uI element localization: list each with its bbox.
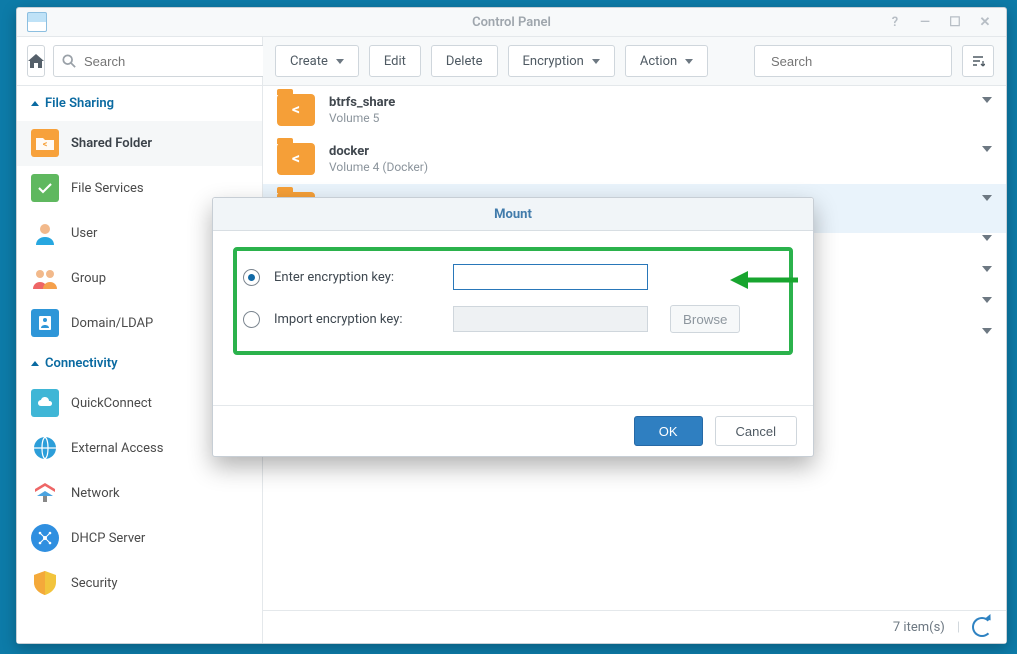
delete-button[interactable]: Delete — [431, 45, 498, 77]
shared-folder-icon: < — [31, 129, 59, 157]
chevron-down-icon — [982, 146, 992, 167]
mount-dialog: Mount Enter encryption key: Import encry… — [212, 197, 814, 457]
search-icon — [62, 54, 76, 68]
radio-import-key-label: Import encryption key: — [274, 312, 439, 327]
home-button[interactable] — [27, 45, 45, 77]
chevron-down-icon — [982, 266, 992, 287]
expand-toggle[interactable] — [982, 201, 992, 216]
network-icon — [31, 479, 59, 507]
folder-volume: Volume 5 — [329, 111, 395, 125]
item-count: 7 item(s) — [893, 620, 945, 635]
list-item[interactable]: btrfs_share Volume 5 — [263, 86, 1006, 135]
folder-volume: Volume 4 (Docker) — [329, 160, 428, 174]
cancel-button[interactable]: Cancel — [715, 416, 797, 446]
quickconnect-icon — [31, 389, 59, 417]
user-icon — [31, 219, 59, 247]
window-title: Control Panel — [17, 15, 1006, 30]
sidebar-item-label: Shared Folder — [71, 136, 152, 151]
ok-button[interactable]: OK — [634, 416, 703, 446]
maximize-icon[interactable]: ☐ — [946, 15, 964, 30]
expand-toggle[interactable] — [982, 334, 992, 349]
import-key-path-input — [453, 306, 648, 332]
browse-button: Browse — [670, 305, 740, 333]
sidebar-item-shared-folder[interactable]: < Shared Folder — [17, 121, 262, 166]
expand-toggle[interactable] — [982, 272, 992, 287]
sidebar-item-label: External Access — [71, 441, 163, 456]
chevron-down-icon — [982, 97, 992, 118]
sidebar-item-label: Domain/LDAP — [71, 316, 153, 331]
chevron-down-icon — [685, 59, 693, 64]
chevron-down-icon — [336, 59, 344, 64]
sidebar-search[interactable] — [53, 45, 271, 77]
annotation-highlight: Enter encryption key: Import encryption … — [233, 247, 793, 355]
chevron-down-icon — [982, 328, 992, 349]
list-search[interactable] — [754, 45, 952, 77]
expand-toggle[interactable] — [982, 152, 992, 167]
action-button[interactable]: Action — [625, 45, 708, 77]
folder-name: docker — [329, 144, 428, 161]
sidebar-item-security[interactable]: Security — [17, 561, 262, 606]
chevron-down-icon — [982, 235, 992, 256]
sidebar-item-label: File Services — [71, 181, 144, 196]
folder-name: btrfs_share — [329, 95, 395, 112]
chevron-up-icon — [31, 361, 39, 366]
status-bar: 7 item(s) | — [263, 610, 1006, 643]
radio-enter-key[interactable] — [243, 269, 260, 286]
dhcp-icon — [31, 524, 59, 552]
list-search-input[interactable] — [769, 53, 949, 70]
expand-toggle[interactable] — [982, 303, 992, 318]
toolbar: Create Edit Delete Encryption Action — [263, 37, 1006, 86]
sidebar-item-label: Network — [71, 486, 120, 501]
domain-ldap-icon — [31, 309, 59, 337]
list-item[interactable]: docker Volume 4 (Docker) — [263, 135, 1006, 184]
dialog-title[interactable]: Mount — [213, 198, 813, 231]
sort-button[interactable] — [962, 45, 994, 77]
chevron-down-icon — [592, 59, 600, 64]
sidebar-item-label: QuickConnect — [71, 396, 152, 411]
svg-text:<: < — [43, 140, 48, 150]
radio-import-key[interactable] — [243, 311, 260, 328]
sidebar-item-label: Group — [71, 271, 106, 286]
sidebar-item-label: DHCP Server — [71, 531, 145, 546]
encryption-button[interactable]: Encryption — [508, 45, 615, 77]
encryption-key-input[interactable] — [453, 264, 648, 290]
chevron-down-icon — [982, 195, 992, 216]
sidebar-item-label: Security — [71, 576, 118, 591]
expand-toggle[interactable] — [982, 103, 992, 118]
group-icon — [31, 264, 59, 292]
sidebar-search-input[interactable] — [82, 53, 262, 70]
sidebar-item-label: User — [71, 226, 97, 241]
folder-icon — [277, 143, 315, 175]
minimize-icon[interactable]: ― — [916, 15, 934, 30]
section-file-sharing[interactable]: File Sharing — [17, 86, 262, 121]
sidebar-item-dhcp[interactable]: DHCP Server — [17, 516, 262, 561]
file-services-icon — [31, 174, 59, 202]
titlebar[interactable]: Control Panel ? ― ☐ ✕ — [17, 8, 1006, 37]
expand-toggle[interactable] — [982, 241, 992, 256]
sidebar-item-network[interactable]: Network — [17, 471, 262, 516]
create-button[interactable]: Create — [275, 45, 359, 77]
app-icon — [27, 12, 47, 32]
shield-icon — [31, 569, 59, 597]
chevron-down-icon — [982, 297, 992, 318]
chevron-up-icon — [31, 101, 39, 106]
refresh-button[interactable] — [972, 617, 992, 637]
radio-enter-key-label: Enter encryption key: — [274, 270, 439, 285]
external-access-icon — [31, 434, 59, 462]
folder-icon — [277, 94, 315, 126]
close-icon[interactable]: ✕ — [976, 15, 994, 30]
edit-button[interactable]: Edit — [369, 45, 421, 77]
help-icon[interactable]: ? — [886, 15, 904, 30]
